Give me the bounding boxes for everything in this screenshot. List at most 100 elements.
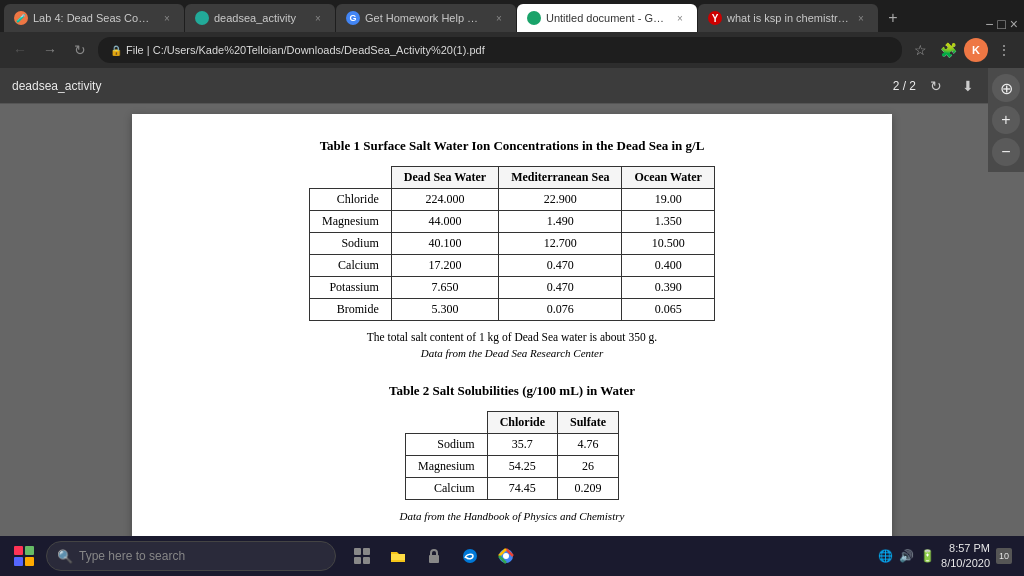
pdf-title: deadsea_activity <box>12 79 885 93</box>
new-tab-button[interactable]: + <box>879 4 907 32</box>
table1-source: Data from the Dead Sea Research Center <box>309 347 715 359</box>
table1-note: The total salt content of 1 kg of Dead S… <box>309 331 715 343</box>
volume-icon[interactable]: 🔊 <box>899 549 914 563</box>
tab-lab4[interactable]: 🧪 Lab 4: Dead Seas Composi... × <box>4 4 184 32</box>
table-row: Calcium 17.200 0.470 0.400 <box>310 255 715 277</box>
svg-rect-2 <box>354 557 361 564</box>
menu-button[interactable]: ⋮ <box>992 38 1016 62</box>
cell-chloride-dead-sea: 224.000 <box>391 189 498 211</box>
svg-point-7 <box>503 553 509 559</box>
minimize-button[interactable]: − <box>985 16 993 32</box>
forward-button[interactable]: → <box>38 38 62 62</box>
tab-close-deadsea[interactable]: × <box>311 11 325 25</box>
svg-rect-4 <box>429 555 439 563</box>
lock-icon: 🔒 <box>110 45 122 56</box>
tab-favicon-ksp: Y <box>708 11 722 25</box>
pdf-page-info: 2 / 2 <box>893 79 916 93</box>
back-button[interactable]: ← <box>8 38 32 62</box>
ion-chloride: Chloride <box>310 189 392 211</box>
table-row: Chloride 224.000 22.900 19.00 <box>310 189 715 211</box>
table-row: Bromide 5.300 0.076 0.065 <box>310 299 715 321</box>
taskbar-icons <box>346 540 522 572</box>
system-clock[interactable]: 8:57 PM 8/10/2020 <box>941 541 990 572</box>
table2-section: Table 2 Salt Solubilities (g/100 mL) in … <box>172 383 852 522</box>
zoom-in-button[interactable]: + <box>992 106 1020 134</box>
taskbar-search[interactable]: 🔍 Type here to search <box>46 541 336 571</box>
table1: Dead Sea Water Mediterranean Sea Ocean W… <box>309 166 715 321</box>
start-button[interactable] <box>8 540 40 572</box>
taskbar-icon-lock[interactable] <box>418 540 450 572</box>
profile-button[interactable]: K <box>964 38 988 62</box>
maximize-button[interactable]: □ <box>997 16 1005 32</box>
svg-rect-1 <box>363 548 370 555</box>
taskbar-icon-task-view[interactable] <box>346 540 378 572</box>
cell-bromide-med: 0.076 <box>499 299 622 321</box>
table2-title: Table 2 Salt Solubilities (g/100 mL) in … <box>172 383 852 399</box>
cell-sodium-chloride: 35.7 <box>487 434 557 456</box>
network-icon[interactable]: 🌐 <box>878 549 893 563</box>
table-row: Sodium 35.7 4.76 <box>405 434 618 456</box>
taskbar-right: 🌐 🔊 🔋 8:57 PM 8/10/2020 10 <box>878 541 1016 572</box>
table1-col-med: Mediterranean Sea <box>499 167 622 189</box>
cell-magnesium-med: 1.490 <box>499 211 622 233</box>
table-row: Sodium 40.100 12.700 10.500 <box>310 233 715 255</box>
extensions-button[interactable]: 🧩 <box>936 38 960 62</box>
cell-chloride-ocean: 19.00 <box>622 189 714 211</box>
table2-source: Data from the Handbook of Physics and Ch… <box>172 510 852 522</box>
cell-sodium-dead-sea: 40.100 <box>391 233 498 255</box>
tab-label-deadsea: deadsea_activity <box>214 12 306 24</box>
close-button[interactable]: × <box>1010 16 1018 32</box>
notification-badge[interactable]: 10 <box>996 548 1012 564</box>
ion-bromide: Bromide <box>310 299 392 321</box>
tab-untitled-doc[interactable]: Untitled document - Googl... × <box>517 4 697 32</box>
battery-icon[interactable]: 🔋 <box>920 549 935 563</box>
compound-magnesium: Magnesium <box>405 456 487 478</box>
table1-container: Table 1 Surface Salt Water Ion Concentra… <box>172 138 852 373</box>
tab-favicon-homework: G <box>346 11 360 25</box>
zoom-in-plus-button[interactable]: ⊕ <box>992 74 1020 102</box>
url-bar[interactable]: 🔒 File | C:/Users/Kade%20Telloian/Downlo… <box>98 37 902 63</box>
tab-label-doc: Untitled document - Googl... <box>546 12 668 24</box>
table-row: Magnesium 44.000 1.490 1.350 <box>310 211 715 233</box>
refresh-icon[interactable]: ↻ <box>924 74 948 98</box>
cell-potassium-dead-sea: 7.650 <box>391 277 498 299</box>
tab-close-doc[interactable]: × <box>673 11 687 25</box>
browser-chrome: 🧪 Lab 4: Dead Seas Composi... × deadsea_… <box>0 0 1024 68</box>
cell-calcium-ocean: 0.400 <box>622 255 714 277</box>
cell-bromide-dead-sea: 5.300 <box>391 299 498 321</box>
tab-close-homework[interactable]: × <box>492 11 506 25</box>
cell-calcium-sulfate: 0.209 <box>558 478 619 500</box>
taskbar-icon-file-explorer[interactable] <box>382 540 414 572</box>
table2-col-chloride: Chloride <box>487 412 557 434</box>
cell-calcium-chloride: 74.45 <box>487 478 557 500</box>
tab-deadsea[interactable]: deadsea_activity × <box>185 4 335 32</box>
compound-calcium: Calcium <box>405 478 487 500</box>
clock-time: 8:57 PM <box>941 541 990 556</box>
tab-label-lab4: Lab 4: Dead Seas Composi... <box>33 12 155 24</box>
cell-sodium-med: 12.700 <box>499 233 622 255</box>
tab-close-lab4[interactable]: × <box>160 11 174 25</box>
ion-sodium: Sodium <box>310 233 392 255</box>
taskbar-icon-edge[interactable] <box>454 540 486 572</box>
tab-ksp[interactable]: Y what is ksp in chemistry - Y... × <box>698 4 878 32</box>
ion-calcium: Calcium <box>310 255 392 277</box>
tab-homework[interactable]: G Get Homework Help With C... × <box>336 4 516 32</box>
address-bar: ← → ↻ 🔒 File | C:/Users/Kade%20Telloian/… <box>0 32 1024 68</box>
tab-bar: 🧪 Lab 4: Dead Seas Composi... × deadsea_… <box>0 0 1024 32</box>
clock-date: 8/10/2020 <box>941 556 990 571</box>
download-icon[interactable]: ⬇ <box>956 74 980 98</box>
tab-favicon-lab4: 🧪 <box>14 11 28 25</box>
tab-favicon-doc <box>527 11 541 25</box>
cell-potassium-med: 0.470 <box>499 277 622 299</box>
cell-chloride-med: 22.900 <box>499 189 622 211</box>
tab-close-ksp[interactable]: × <box>854 11 868 25</box>
refresh-button[interactable]: ↻ <box>68 38 92 62</box>
table-row: Calcium 74.45 0.209 <box>405 478 618 500</box>
search-icon: 🔍 <box>57 549 73 564</box>
zoom-out-button[interactable]: − <box>992 138 1020 166</box>
cell-magnesium-sulfate: 26 <box>558 456 619 478</box>
tab-label-ksp: what is ksp in chemistry - Y... <box>727 12 849 24</box>
ion-magnesium: Magnesium <box>310 211 392 233</box>
bookmarks-button[interactable]: ☆ <box>908 38 932 62</box>
taskbar-icon-chrome[interactable] <box>490 540 522 572</box>
